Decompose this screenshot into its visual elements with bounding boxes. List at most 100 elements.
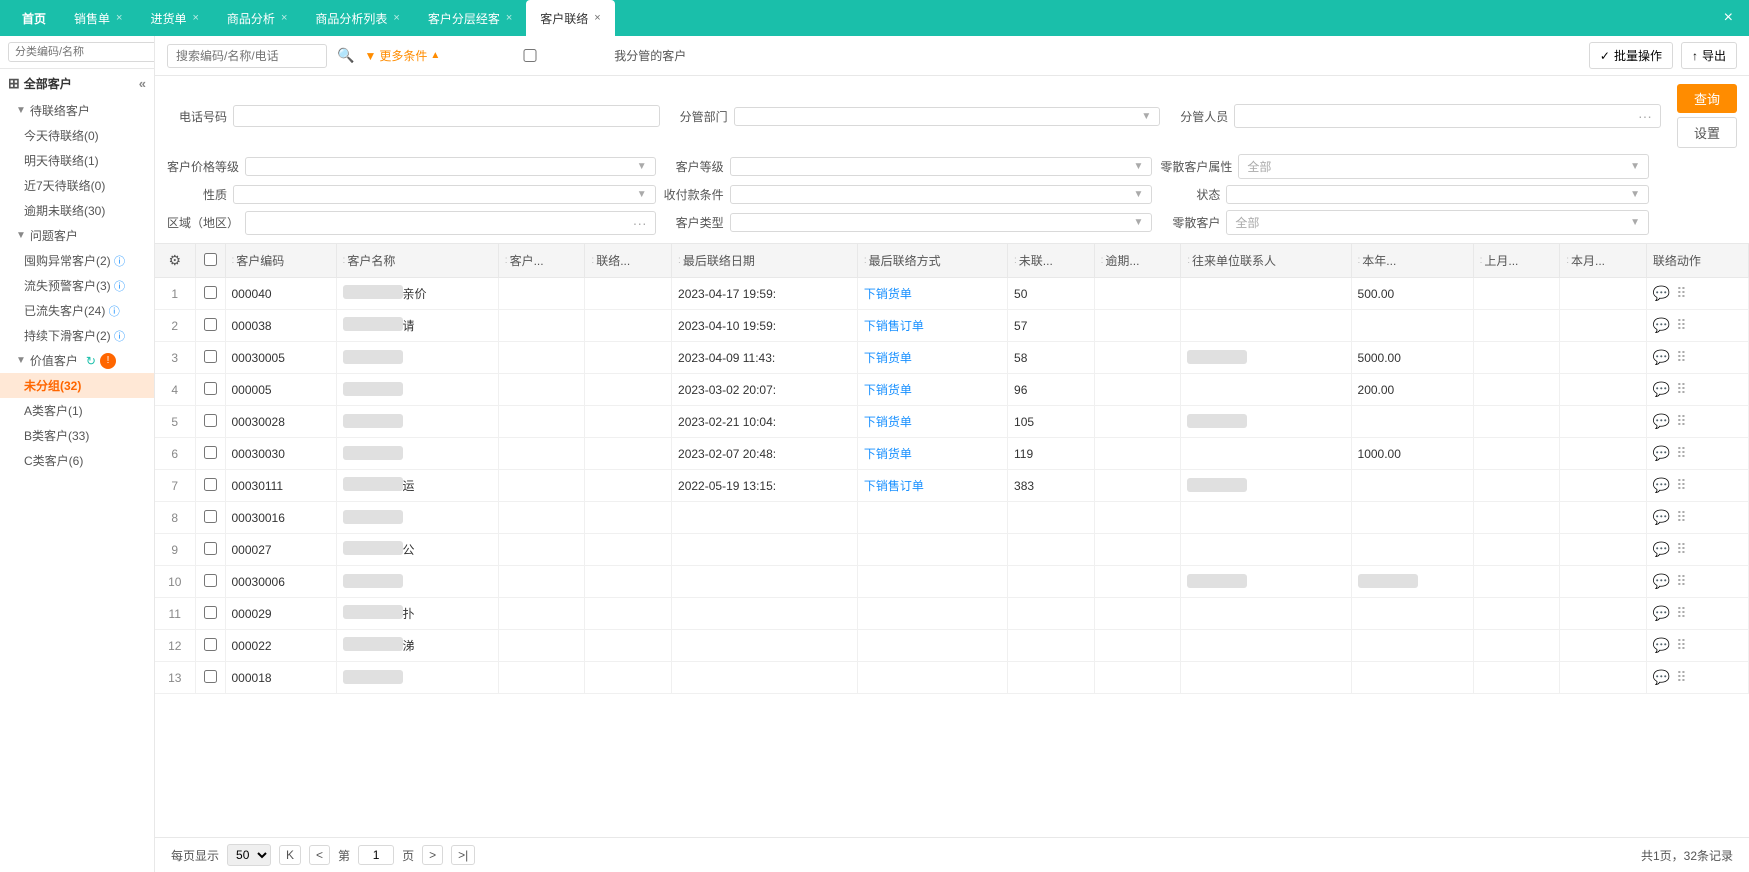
sidebar-item-declining[interactable]: 持续下滑客户(2) ⓘ [0, 323, 154, 348]
row-checkbox[interactable] [204, 574, 217, 587]
close-tab-sales[interactable]: × [116, 12, 122, 24]
tab-customer-tier[interactable]: 客户分层经客 × [414, 0, 526, 36]
filter-mine[interactable]: 我分管的客户 [450, 47, 686, 64]
cell-last-way[interactable] [857, 502, 1007, 534]
cell-last-way[interactable]: 下销货单 [857, 406, 1007, 438]
sidebar-item-class-a[interactable]: A类客户(1) [0, 398, 154, 423]
grid-action-icon[interactable]: ⠿ [1676, 573, 1686, 590]
row-checkbox[interactable] [204, 382, 217, 395]
grid-action-icon[interactable]: ⠿ [1676, 381, 1686, 398]
sidebar-item-abnormal[interactable]: 囤购异常客户(2) ⓘ [0, 248, 154, 273]
col-name[interactable]: : 客户名称 [336, 244, 498, 278]
sidebar-search-input[interactable] [8, 42, 155, 62]
search-input[interactable] [167, 44, 327, 68]
col-contact[interactable]: : 联络... [585, 244, 672, 278]
first-page-btn[interactable]: K [279, 845, 301, 865]
row-checkbox[interactable] [204, 542, 217, 555]
filter-nature-select[interactable]: ▼ [233, 185, 656, 204]
close-tab-customer-tier[interactable]: × [506, 12, 512, 24]
col-last-month[interactable]: : 上月... [1473, 244, 1560, 278]
page-input[interactable] [358, 845, 394, 865]
sidebar-item-tomorrow[interactable]: 明天待联络(1) [0, 148, 154, 173]
last-way-link[interactable]: 下销售订单 [864, 319, 924, 333]
filter-price-tier-select[interactable]: ▼ [245, 157, 656, 176]
chat-icon[interactable]: 💬 [1653, 285, 1670, 302]
cell-last-way[interactable]: 下销货单 [857, 374, 1007, 406]
query-btn[interactable]: 查询 [1677, 84, 1737, 113]
cell-last-way[interactable] [857, 630, 1007, 662]
col-no-contact[interactable]: : 未联... [1008, 244, 1095, 278]
filter-status-select[interactable]: ▼ [1226, 185, 1649, 204]
filter-scattered-attr-select[interactable]: 全部 ▼ [1238, 154, 1649, 179]
filter-manager-input[interactable]: ··· [1234, 104, 1661, 128]
cell-last-way[interactable] [857, 662, 1007, 694]
chat-icon[interactable]: 💬 [1653, 477, 1670, 494]
grid-action-icon[interactable]: ⠿ [1676, 509, 1686, 526]
grid-action-icon[interactable]: ⠿ [1676, 413, 1686, 430]
grid-action-icon[interactable]: ⠿ [1676, 445, 1686, 462]
settings-icon[interactable]: ⚙ [168, 252, 181, 268]
cell-check[interactable] [195, 406, 225, 438]
sidebar-item-overdue[interactable]: 逾期未联络(30) [0, 198, 154, 223]
last-way-link[interactable]: 下销售订单 [864, 479, 924, 493]
row-checkbox[interactable] [204, 638, 217, 651]
close-tab-customer-contact[interactable]: × [594, 12, 600, 24]
grid-action-icon[interactable]: ⠿ [1676, 285, 1686, 302]
grid-action-icon[interactable]: ⠿ [1676, 605, 1686, 622]
grid-action-icon[interactable]: ⠿ [1676, 637, 1686, 654]
sidebar-item-7days[interactable]: 近7天待联络(0) [0, 173, 154, 198]
cell-check[interactable] [195, 630, 225, 662]
cell-check[interactable] [195, 374, 225, 406]
chat-icon[interactable]: 💬 [1653, 349, 1670, 366]
row-checkbox[interactable] [204, 510, 217, 523]
tab-customer-contact[interactable]: 客户联络 × [526, 0, 614, 36]
sidebar-group-value[interactable]: ▼ 价值客户 ↻ ! [0, 348, 154, 373]
filter-payment-select[interactable]: ▼ [730, 185, 1153, 204]
cell-check[interactable] [195, 470, 225, 502]
sidebar-all-customers[interactable]: ⊞ 全部客户 « [0, 69, 154, 98]
chat-icon[interactable]: 💬 [1653, 445, 1670, 462]
filter-customer-type-select[interactable]: ▼ [730, 213, 1153, 232]
chat-icon[interactable]: 💬 [1653, 669, 1670, 686]
row-checkbox[interactable] [204, 414, 217, 427]
sidebar-item-churn-warning[interactable]: 流失预警客户(3) ⓘ [0, 273, 154, 298]
col-this-month[interactable]: : 本月... [1560, 244, 1647, 278]
cell-last-way[interactable]: 下销售订单 [857, 310, 1007, 342]
col-unit-contact[interactable]: : 往来单位联系人 [1181, 244, 1351, 278]
filter-phone-input[interactable] [233, 105, 660, 127]
filter-scattered-select[interactable]: 全部 ▼ [1226, 210, 1649, 235]
sidebar-group-problem[interactable]: ▼ 问题客户 [0, 223, 154, 248]
filter-customer-tier-select[interactable]: ▼ [730, 157, 1153, 176]
cell-last-way[interactable] [857, 566, 1007, 598]
grid-action-icon[interactable]: ⠿ [1676, 669, 1686, 686]
cell-last-way[interactable]: 下销货单 [857, 342, 1007, 374]
chat-icon[interactable]: 💬 [1653, 413, 1670, 430]
filter-more-btn[interactable]: ▼ 更多条件 ▲ [364, 47, 440, 64]
cell-check[interactable] [195, 534, 225, 566]
chat-icon[interactable]: 💬 [1653, 605, 1670, 622]
row-checkbox[interactable] [204, 606, 217, 619]
sidebar-item-lost[interactable]: 已流失客户(24) ⓘ [0, 298, 154, 323]
row-checkbox[interactable] [204, 350, 217, 363]
last-way-link[interactable]: 下销货单 [864, 287, 912, 301]
collapse-icon[interactable]: « [139, 76, 146, 91]
chat-icon[interactable]: 💬 [1653, 573, 1670, 590]
last-way-link[interactable]: 下销货单 [864, 415, 912, 429]
manager-ellipsis[interactable]: ··· [1638, 108, 1652, 124]
cell-last-way[interactable] [857, 534, 1007, 566]
batch-op-btn[interactable]: ✓ 批量操作 [1589, 42, 1673, 69]
page-size-select[interactable]: 50 [227, 844, 271, 866]
tab-analysis[interactable]: 商品分析 × [213, 0, 301, 36]
col-last-date[interactable]: : 最后联络日期 [672, 244, 858, 278]
grid-action-icon[interactable]: ⠿ [1676, 317, 1686, 334]
last-page-btn[interactable]: >| [451, 845, 475, 865]
tab-sales[interactable]: 销售单 × [60, 0, 136, 36]
cell-last-way[interactable]: 下销货单 [857, 278, 1007, 310]
col-last-way[interactable]: : 最后联络方式 [857, 244, 1007, 278]
next-page-btn[interactable]: > [422, 845, 443, 865]
col-code[interactable]: : 客户编码 [225, 244, 336, 278]
chat-icon[interactable]: 💬 [1653, 541, 1670, 558]
last-way-link[interactable]: 下销货单 [864, 447, 912, 461]
row-checkbox[interactable] [204, 478, 217, 491]
cell-check[interactable] [195, 502, 225, 534]
